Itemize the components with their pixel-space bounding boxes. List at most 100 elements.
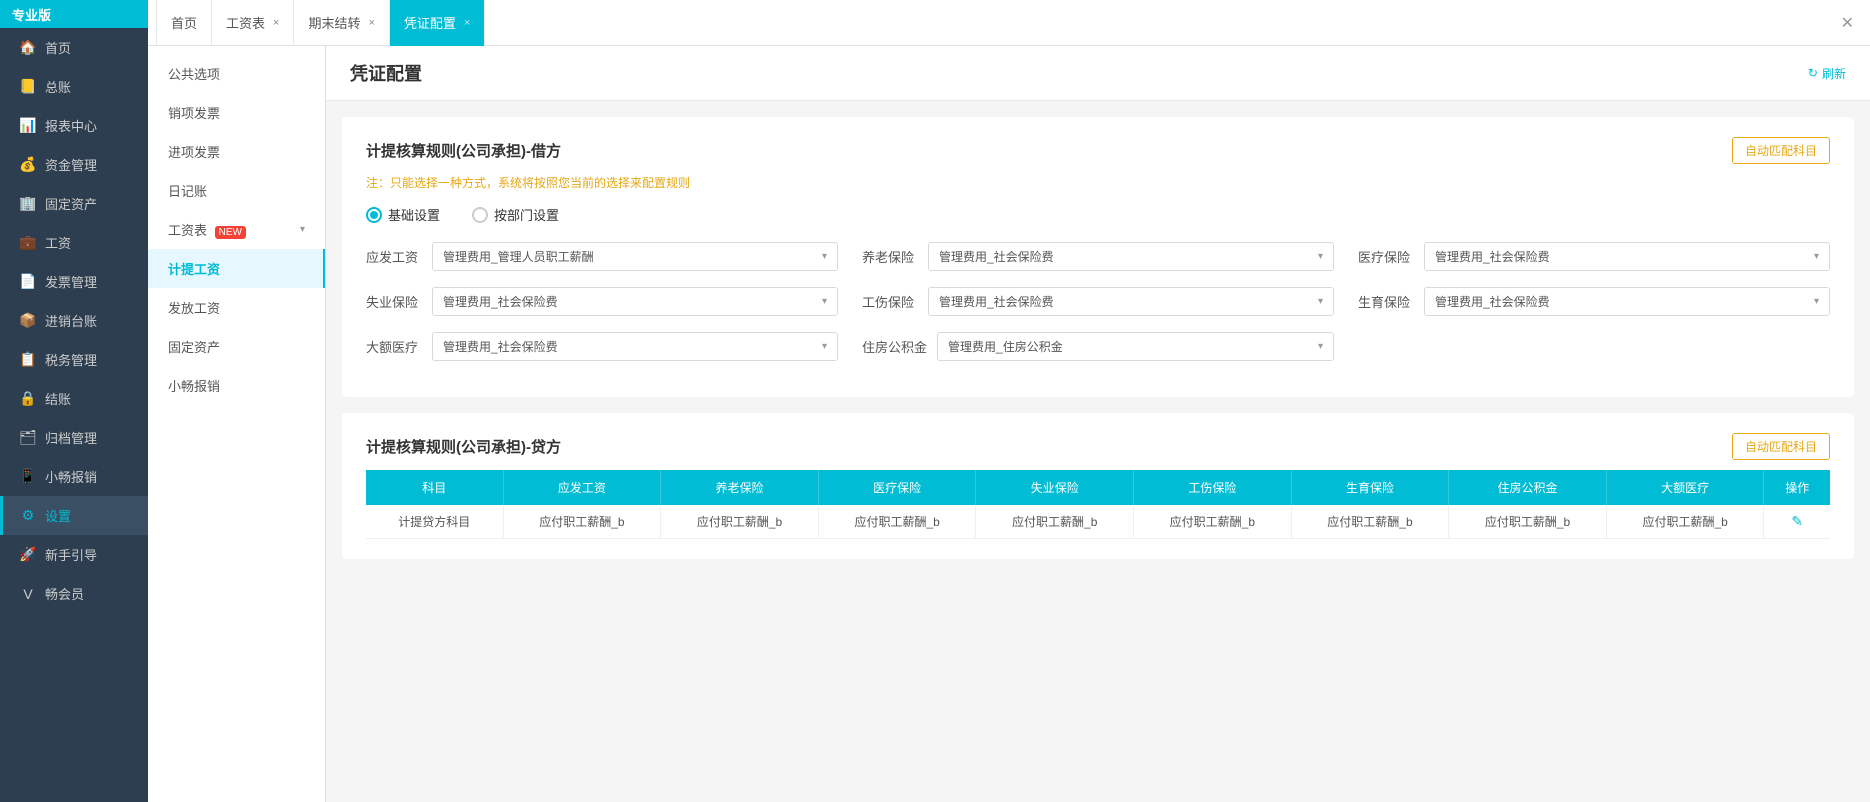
credit-col-科目: 科目 [366, 470, 503, 505]
credit-section: 计提核算规则(公司承担)-贷方 自动匹配科目 科目应发工资养老保险医疗保险失业保… [342, 413, 1854, 559]
sidebar-item-reports[interactable]: 📊 报表中心 [0, 106, 148, 145]
close-window-button[interactable]: ✕ [1833, 9, 1862, 37]
debit-form-row-3: 大额医疗 管理费用_社会保险费 ▾ 住房公积金 管理费用_住房公积金 ▾ [366, 332, 1830, 361]
radio-dept-label: 按部门设置 [494, 205, 559, 224]
sidebar-item-vip[interactable]: V 畅会员 [0, 574, 148, 613]
radio-dept-circle [472, 207, 488, 223]
sidebar-item-xiaochang[interactable]: 📱 小畅报销 [0, 457, 148, 496]
sub-sidebar-label-pay-salary: 发放工资 [168, 298, 220, 317]
reports-icon: 📊 [19, 117, 37, 135]
form-item-pension: 养老保险 管理费用_社会保险费 ▾ [862, 242, 1334, 271]
sub-sidebar-item-purchase-invoice[interactable]: 进项发票 [148, 132, 325, 171]
housing-select[interactable]: 管理费用_住房公积金 ▾ [937, 332, 1334, 361]
tab-payroll[interactable]: 工资表× [212, 0, 294, 46]
large-medical-select[interactable]: 管理费用_社会保险费 ▾ [432, 332, 838, 361]
credit-col-操作: 操作 [1764, 470, 1830, 505]
sidebar-item-funds[interactable]: 💰 资金管理 [0, 145, 148, 184]
funds-icon: 💰 [19, 156, 37, 174]
radio-group: 基础设置 按部门设置 [366, 205, 1830, 224]
close-icon: 🔒 [19, 390, 37, 408]
tab-close-period-close[interactable]: × [368, 17, 374, 29]
sidebar-item-salary[interactable]: 💼 工资 [0, 223, 148, 262]
sidebar-item-home[interactable]: 🏠 首页 [0, 28, 148, 67]
radio-dept-setting[interactable]: 按部门设置 [472, 205, 559, 224]
sub-sidebar-item-payroll-table[interactable]: 工资表 NEW▾ [148, 210, 325, 249]
form-item-housing: 住房公积金 管理费用_住房公积金 ▾ [862, 332, 1334, 361]
sub-sidebar: 公共选项销项发票进项发票日记账工资表 NEW▾计提工资发放工资固定资产小畅报销 [148, 46, 326, 802]
salary-select-value: 管理费用_管理人员职工薪酬 [443, 248, 594, 265]
housing-select-value: 管理费用_住房公积金 [948, 338, 1063, 355]
sidebar-item-settings[interactable]: ⚙ 设置 [0, 496, 148, 535]
housing-chevron-icon: ▾ [1318, 341, 1323, 352]
debit-auto-match-button[interactable]: 自动匹配科目 [1732, 137, 1830, 164]
sidebar-item-invoice[interactable]: 📄 发票管理 [0, 262, 148, 301]
main-area: 首页工资表×期末结转×凭证配置× ✕ 公共选项销项发票进项发票日记账工资表 NE… [148, 0, 1870, 802]
salary-label: 应发工资 [366, 247, 422, 266]
tab-home[interactable]: 首页 [156, 0, 212, 46]
sidebar-item-guide[interactable]: 🚀 新手引导 [0, 535, 148, 574]
stock-icon: 📦 [19, 312, 37, 330]
maternity-select-value: 管理费用_社会保险费 [1435, 293, 1550, 310]
invoice-icon: 📄 [19, 273, 37, 291]
maternity-label: 生育保险 [1358, 292, 1414, 311]
credit-cell-7: 应付职工薪酬_b [1449, 505, 1607, 539]
unemployment-label: 失业保险 [366, 292, 422, 311]
sidebar-item-close[interactable]: 🔒 结账 [0, 379, 148, 418]
maternity-select[interactable]: 管理费用_社会保险费 ▾ [1424, 287, 1830, 316]
credit-cell-8: 应付职工薪酬_b [1606, 505, 1764, 539]
sub-sidebar-label-fixed-assets: 固定资产 [168, 337, 220, 356]
tab-close-payroll[interactable]: × [273, 17, 279, 29]
pension-label: 养老保险 [862, 247, 918, 266]
sidebar-label-ledger: 总账 [45, 77, 71, 96]
sidebar-label-tax: 税务管理 [45, 350, 97, 369]
credit-action-cell[interactable]: ✎ [1764, 505, 1830, 539]
form-item-medical: 医疗保险 管理费用_社会保险费 ▾ [1358, 242, 1830, 271]
sidebar-item-stock[interactable]: 📦 进销台账 [0, 301, 148, 340]
unemployment-select[interactable]: 管理费用_社会保险费 ▾ [432, 287, 838, 316]
tab-label-period-close: 期末结转 [308, 13, 360, 32]
credit-col-住房公积金: 住房公积金 [1449, 470, 1607, 505]
credit-cell-2: 应付职工薪酬_b [661, 505, 819, 539]
settings-icon: ⚙ [19, 507, 37, 525]
tab-voucher-config[interactable]: 凭证配置× [390, 0, 485, 46]
xiaochang-icon: 📱 [19, 468, 37, 486]
form-item-maternity: 生育保险 管理费用_社会保险费 ▾ [1358, 287, 1830, 316]
sub-sidebar-item-sales-invoice[interactable]: 销项发票 [148, 93, 325, 132]
credit-col-大额医疗: 大额医疗 [1606, 470, 1764, 505]
sidebar-label-archive: 归档管理 [45, 428, 97, 447]
refresh-button[interactable]: ↻ 刷新 [1808, 65, 1846, 82]
sub-sidebar-label-sales-invoice: 销项发票 [168, 103, 220, 122]
credit-col-工伤保险: 工伤保险 [1134, 470, 1292, 505]
sub-sidebar-item-calc-salary[interactable]: 计提工资 [148, 249, 325, 288]
sidebar-label-settings: 设置 [45, 506, 71, 525]
credit-auto-match-button[interactable]: 自动匹配科目 [1732, 433, 1830, 460]
sidebar-item-tax[interactable]: 📋 税务管理 [0, 340, 148, 379]
sidebar-item-assets[interactable]: 🏢 固定资产 [0, 184, 148, 223]
radio-basic-setting[interactable]: 基础设置 [366, 205, 440, 224]
sidebar-label-home: 首页 [45, 38, 71, 57]
medical-select[interactable]: 管理费用_社会保险费 ▾ [1424, 242, 1830, 271]
sub-sidebar-item-common[interactable]: 公共选项 [148, 54, 325, 93]
tab-period-close[interactable]: 期末结转 × [294, 0, 389, 46]
debit-section-title: 计提核算规则(公司承担)-借方 [366, 140, 561, 161]
maternity-chevron-icon: ▾ [1814, 296, 1819, 307]
sub-sidebar-item-fixed-assets[interactable]: 固定资产 [148, 327, 325, 366]
sub-sidebar-item-journal[interactable]: 日记账 [148, 171, 325, 210]
form-item-unemployment: 失业保险 管理费用_社会保险费 ▾ [366, 287, 838, 316]
sidebar-item-archive[interactable]: 🗂 归档管理 [0, 418, 148, 457]
sub-sidebar-item-pay-salary[interactable]: 发放工资 [148, 288, 325, 327]
refresh-label: 刷新 [1822, 65, 1846, 82]
edit-icon[interactable]: ✎ [1791, 513, 1803, 529]
salary-select[interactable]: 管理费用_管理人员职工薪酬 ▾ [432, 242, 838, 271]
housing-label: 住房公积金 [862, 337, 927, 356]
page-body: 公共选项销项发票进项发票日记账工资表 NEW▾计提工资发放工资固定资产小畅报销 … [148, 46, 1870, 802]
pension-select[interactable]: 管理费用_社会保险费 ▾ [928, 242, 1334, 271]
sidebar-item-ledger[interactable]: 📒 总账 [0, 67, 148, 106]
injury-select[interactable]: 管理费用_社会保险费 ▾ [928, 287, 1334, 316]
tab-close-voucher-config[interactable]: × [464, 17, 470, 29]
sub-sidebar-label-journal: 日记账 [168, 181, 207, 200]
new-badge-payroll-table: NEW [215, 226, 246, 239]
sub-sidebar-item-xiaochang-expense[interactable]: 小畅报销 [148, 366, 325, 405]
sidebar-label-salary: 工资 [45, 233, 71, 252]
debit-section-header: 计提核算规则(公司承担)-借方 自动匹配科目 [366, 137, 1830, 164]
